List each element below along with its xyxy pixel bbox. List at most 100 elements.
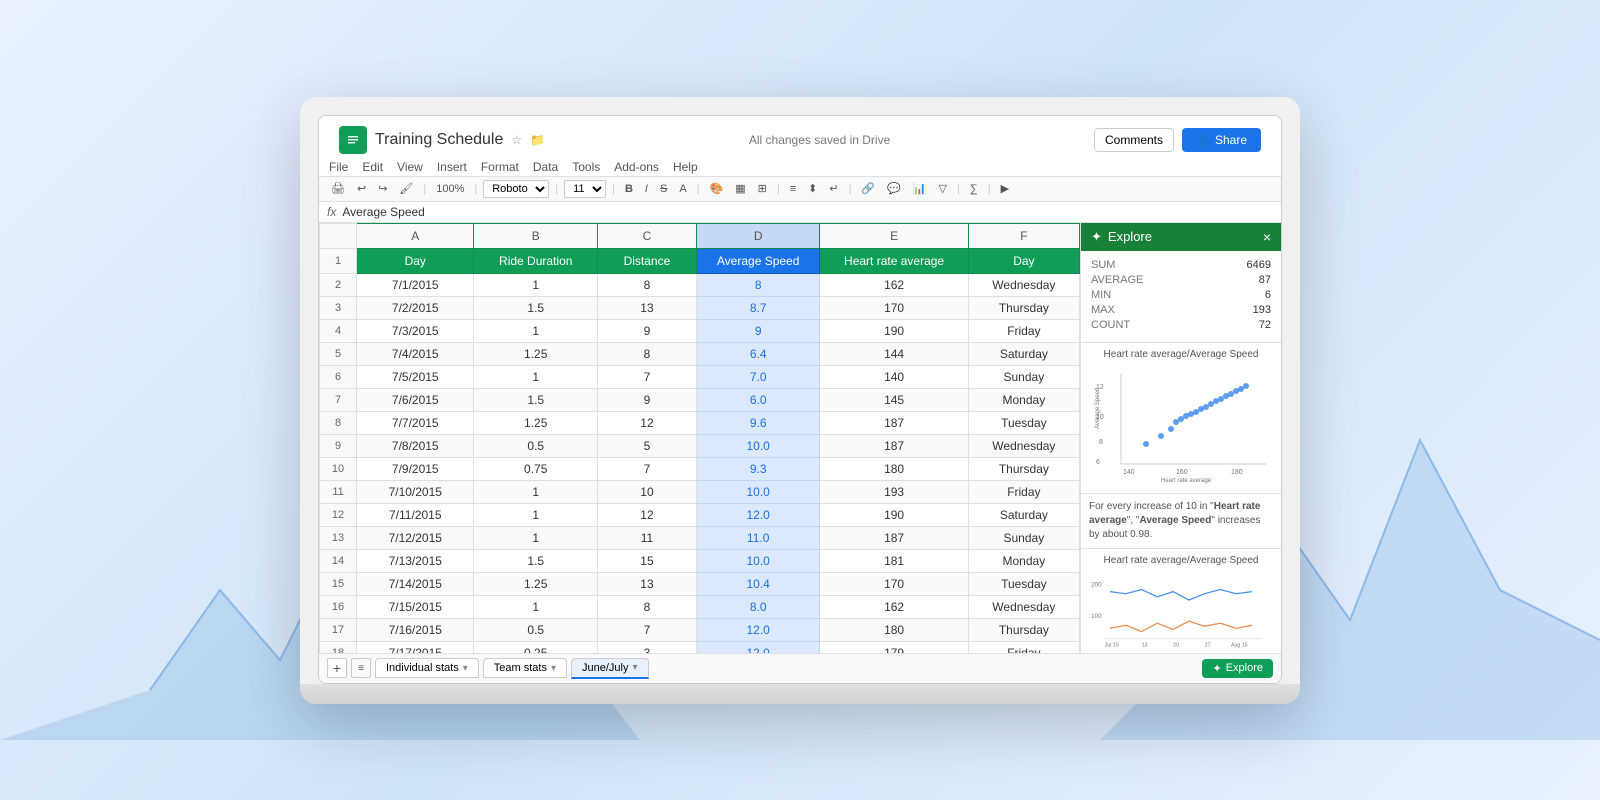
font-size-select[interactable]: 11 [564, 180, 606, 198]
tab-team-stats[interactable]: Team stats ▾ [483, 658, 567, 678]
cell-avg-speed[interactable]: 11.0 [696, 526, 820, 549]
cell-day-name[interactable]: Wednesday [968, 434, 1079, 457]
cell-day-name[interactable]: Saturday [968, 503, 1079, 526]
cell-heart-rate[interactable]: 180 [820, 618, 968, 641]
cell-distance[interactable]: 8 [598, 595, 697, 618]
zoom-btn[interactable]: 100% [432, 181, 468, 197]
print-btn[interactable]: 🖨 [327, 180, 349, 197]
cell-heart-rate[interactable]: 170 [820, 572, 968, 595]
font-color-btn[interactable]: A [675, 181, 690, 197]
cell-day-name[interactable]: Thursday [968, 457, 1079, 480]
comment-btn[interactable]: 💬 [883, 180, 905, 197]
share-button[interactable]: 👤 Share [1182, 128, 1261, 152]
cell-date[interactable]: 7/5/2015 [357, 365, 474, 388]
cell-heart-rate[interactable]: 187 [820, 411, 968, 434]
cell-distance[interactable]: 7 [598, 365, 697, 388]
paint-format-btn[interactable]: 🖌 [395, 180, 417, 197]
cell-heart-rate[interactable]: 162 [820, 273, 968, 296]
cell-date[interactable]: 7/15/2015 [357, 595, 474, 618]
cell-day-name[interactable]: Friday [968, 480, 1079, 503]
cell-distance[interactable]: 11 [598, 526, 697, 549]
cell-heart-rate[interactable]: 187 [820, 526, 968, 549]
col-header-e[interactable]: E [820, 223, 968, 248]
function-btn[interactable]: ∑ [966, 181, 982, 197]
menu-format[interactable]: Format [481, 160, 519, 174]
cell-distance[interactable]: 5 [598, 434, 697, 457]
cell-avg-speed[interactable]: 9.6 [696, 411, 820, 434]
cell-heart-rate[interactable]: 162 [820, 595, 968, 618]
cell-ride-duration[interactable]: 0.25 [474, 641, 598, 653]
comments-button[interactable]: Comments [1094, 128, 1174, 152]
cell-ride-duration[interactable]: 0.5 [474, 434, 598, 457]
cell-day-name[interactable]: Sunday [968, 365, 1079, 388]
cell-ride-duration[interactable]: 0.75 [474, 457, 598, 480]
cell-ride-duration[interactable]: 1.25 [474, 342, 598, 365]
borders-btn[interactable]: ▦ [731, 180, 749, 197]
cell-date[interactable]: 7/3/2015 [357, 319, 474, 342]
cell-ride-duration[interactable]: 1 [474, 526, 598, 549]
cell-distance[interactable]: 12 [598, 411, 697, 434]
strikethrough-btn[interactable]: S [656, 181, 671, 197]
menu-file[interactable]: File [329, 160, 348, 174]
valign-btn[interactable]: ⬍ [804, 180, 821, 197]
redo-btn[interactable]: ↪ [374, 180, 391, 197]
cell-avg-speed[interactable]: 12.0 [696, 641, 820, 653]
cell-avg-speed[interactable]: 8.0 [696, 595, 820, 618]
cell-day-name[interactable]: Wednesday [968, 595, 1079, 618]
header-day[interactable]: Day [357, 248, 474, 273]
cell-day-name[interactable]: Sunday [968, 526, 1079, 549]
cell-day-name[interactable]: Wednesday [968, 273, 1079, 296]
col-header-d[interactable]: D [696, 223, 820, 248]
cell-ride-duration[interactable]: 1 [474, 319, 598, 342]
cell-distance[interactable]: 12 [598, 503, 697, 526]
cell-distance[interactable]: 10 [598, 480, 697, 503]
cell-distance[interactable]: 9 [598, 319, 697, 342]
add-sheet-button[interactable]: + [327, 658, 347, 678]
cell-heart-rate[interactable]: 170 [820, 296, 968, 319]
cell-distance[interactable]: 9 [598, 388, 697, 411]
cell-date[interactable]: 7/7/2015 [357, 411, 474, 434]
menu-view[interactable]: View [397, 160, 423, 174]
cell-ride-duration[interactable]: 1 [474, 480, 598, 503]
col-header-a[interactable]: A [357, 223, 474, 248]
cell-date[interactable]: 7/13/2015 [357, 549, 474, 572]
cell-date[interactable]: 7/16/2015 [357, 618, 474, 641]
cell-heart-rate[interactable]: 187 [820, 434, 968, 457]
formula-value[interactable]: Average Speed [342, 205, 425, 219]
cell-avg-speed[interactable]: 12.0 [696, 503, 820, 526]
cell-distance[interactable]: 7 [598, 618, 697, 641]
menu-insert[interactable]: Insert [437, 160, 467, 174]
explore-bottom-button[interactable]: ✦ Explore [1202, 659, 1273, 678]
cell-date[interactable]: 7/6/2015 [357, 388, 474, 411]
cell-ride-duration[interactable]: 1 [474, 503, 598, 526]
star-icon[interactable]: ☆ [511, 133, 522, 147]
cell-ride-duration[interactable]: 1.25 [474, 572, 598, 595]
cell-heart-rate[interactable]: 190 [820, 503, 968, 526]
cell-distance[interactable]: 8 [598, 342, 697, 365]
cell-distance[interactable]: 13 [598, 296, 697, 319]
cell-date[interactable]: 7/17/2015 [357, 641, 474, 653]
cell-ride-duration[interactable]: 1 [474, 595, 598, 618]
cell-distance[interactable]: 13 [598, 572, 697, 595]
menu-addons[interactable]: Add-ons [614, 160, 659, 174]
cell-date[interactable]: 7/4/2015 [357, 342, 474, 365]
cell-heart-rate[interactable]: 190 [820, 319, 968, 342]
font-select[interactable]: Roboto [483, 180, 549, 198]
cell-date[interactable]: 7/14/2015 [357, 572, 474, 595]
cell-avg-speed[interactable]: 7.0 [696, 365, 820, 388]
cell-avg-speed[interactable]: 9 [696, 319, 820, 342]
cell-ride-duration[interactable]: 1.25 [474, 411, 598, 434]
cell-day-name[interactable]: Thursday [968, 618, 1079, 641]
cell-date[interactable]: 7/2/2015 [357, 296, 474, 319]
cell-heart-rate[interactable]: 181 [820, 549, 968, 572]
header-avg-speed[interactable]: Average Speed [696, 248, 820, 273]
cell-avg-speed[interactable]: 6.4 [696, 342, 820, 365]
col-header-f[interactable]: F [968, 223, 1079, 248]
cell-day-name[interactable]: Tuesday [968, 572, 1079, 595]
header-day2[interactable]: Day [968, 248, 1079, 273]
cell-heart-rate[interactable]: 180 [820, 457, 968, 480]
wrap-btn[interactable]: ↵ [825, 180, 842, 197]
cell-distance[interactable]: 3 [598, 641, 697, 653]
cell-heart-rate[interactable]: 144 [820, 342, 968, 365]
cell-avg-speed[interactable]: 10.0 [696, 480, 820, 503]
